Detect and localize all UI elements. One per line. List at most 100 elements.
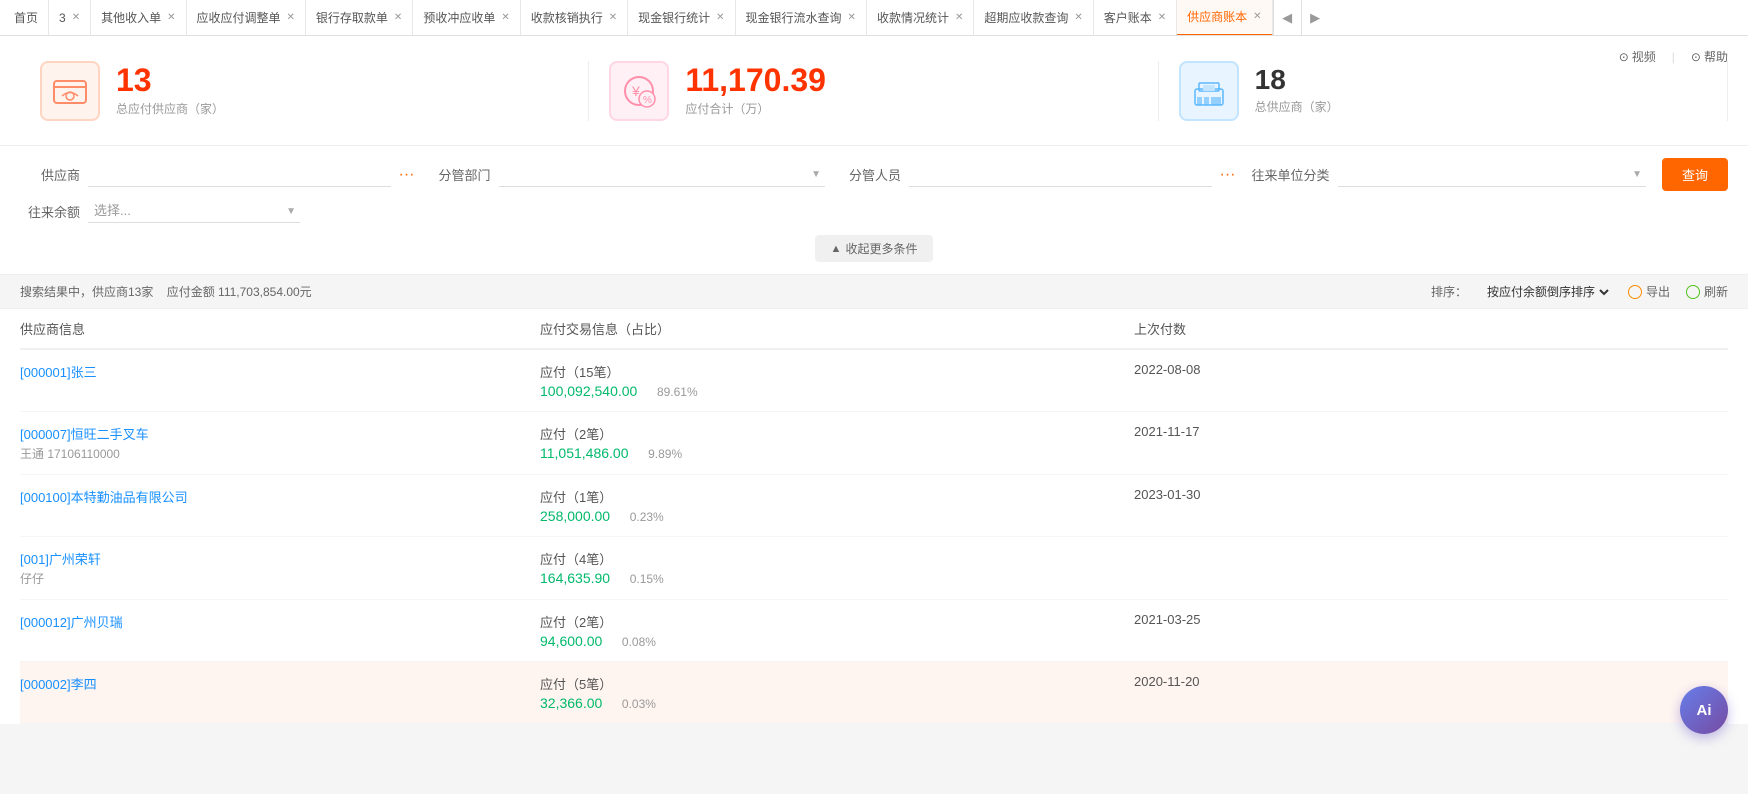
table-row: [000012]广州贝瑞 应付（2笔） 94,600.00 0.08% 2021… [20, 600, 1728, 662]
refresh-button[interactable]: 刷新 [1686, 283, 1728, 300]
filter-area: 供应商 ··· 分管部门 ▼ 分管人员 ··· 往来单位分类 ▼ 查询 [0, 146, 1748, 275]
nav-tab-overdue-query[interactable]: 超期应收款查询 ✕ [974, 0, 1093, 36]
supplier-info-0: [000001]张三 [20, 362, 540, 383]
nav-tab-home-label: 首页 [14, 9, 38, 26]
nav-tab-collection-stat[interactable]: 收款情况统计 ✕ [867, 0, 974, 36]
tx-label-1: 应付（2笔） [540, 424, 1134, 443]
nav-tab-cash-bank-stat-close[interactable]: ✕ [716, 12, 724, 23]
nav-tab-other-income-close[interactable]: ✕ [167, 12, 175, 23]
result-text1: 搜索结果中，供应商13家 [20, 285, 153, 299]
nav-tab-collection-stat-close[interactable]: ✕ [955, 12, 963, 23]
nav-tab-bank-deposit[interactable]: 银行存取款单 ✕ [306, 0, 413, 36]
video-label: 视频 [1632, 48, 1656, 65]
filter-category: 往来单位分类 ▼ [1252, 163, 1647, 187]
nav-tab-customer-ledger-label: 客户账本 [1104, 9, 1152, 26]
ai-assistant-button[interactable]: Ai [1680, 686, 1728, 734]
nav-tab-receipt-verify-close[interactable]: ✕ [609, 12, 617, 23]
tx-label-5: 应付（5笔） [540, 674, 1134, 693]
supplier-info-2: [000100]本特勤油品有限公司 [20, 487, 540, 508]
supplier-link-0[interactable]: [000001]张三 [20, 362, 540, 381]
nav-tab-receipt-verify[interactable]: 收款核销执行 ✕ [521, 0, 628, 36]
filter-row-2: 往来余额 选择... ▼ [20, 199, 1728, 223]
tx-label-2: 应付（1笔） [540, 487, 1134, 506]
tx-info-1: 应付（2笔） 11,051,486.00 9.89% [540, 424, 1134, 461]
nav-tab-cash-flow-query-close[interactable]: ✕ [848, 12, 856, 23]
category-filter-input[interactable] [1338, 163, 1646, 187]
tx-info-5: 应付（5笔） 32,366.00 0.03% [540, 674, 1134, 711]
tx-amount-5[interactable]: 32,366.00 [540, 695, 602, 711]
person-filter-input[interactable] [909, 163, 1212, 187]
nav-arrow-left[interactable]: ◀ [1273, 0, 1301, 36]
nav-tab-cash-flow-query-label: 现金银行流水查询 [746, 9, 842, 26]
nav-tab-customer-ledger[interactable]: 客户账本 ✕ [1094, 0, 1177, 36]
supplier-sub-1: 王通 17106110000 [20, 447, 120, 461]
tx-percent-4: 0.08% [622, 635, 656, 649]
tx-info-2: 应付（1笔） 258,000.00 0.23% [540, 487, 1134, 524]
tx-amount-1[interactable]: 11,051,486.00 [540, 445, 629, 461]
supplier-link-4[interactable]: [000012]广州贝瑞 [20, 612, 540, 631]
tx-amount-0[interactable]: 100,092,540.00 [540, 383, 637, 399]
nav-tab-3[interactable]: 3 ✕ [49, 0, 91, 36]
person-filter-dots[interactable]: ··· [1220, 166, 1236, 184]
tx-label-3: 应付（4笔） [540, 549, 1134, 568]
result-text2: 应付金额 111,703,854.00元 [167, 285, 312, 299]
table-row: [001]广州荣轩 仔仔 应付（4笔） 164,635.90 0.15% [20, 537, 1728, 600]
tx-amount-2[interactable]: 258,000.00 [540, 508, 610, 524]
help-label: 帮助 [1704, 48, 1728, 65]
nav-arrow-right[interactable]: ▶ [1301, 0, 1329, 36]
supplier-info-4: [000012]广州贝瑞 [20, 612, 540, 633]
filter-supplier: 供应商 ··· [20, 163, 415, 187]
supplier-link-3[interactable]: [001]广州荣轩 [20, 549, 540, 568]
supplier-link-5[interactable]: [000002]李四 [20, 674, 540, 693]
nav-tab-3-close[interactable]: ✕ [72, 12, 80, 23]
nav-tab-other-income-label: 其他收入单 [101, 9, 161, 26]
nav-tab-cash-flow-query[interactable]: 现金银行流水查询 ✕ [736, 0, 867, 36]
query-button[interactable]: 查询 [1662, 158, 1728, 191]
help-link[interactable]: ⊙ 帮助 [1691, 48, 1728, 65]
nav-tab-overdue-query-close[interactable]: ✕ [1074, 12, 1082, 23]
table-header: 供应商信息 应付交易信息（占比） 上次付数 [20, 309, 1728, 350]
nav-tab-bank-deposit-close[interactable]: ✕ [394, 12, 402, 23]
export-icon [1628, 285, 1642, 299]
table-row: [000100]本特勤油品有限公司 应付（1笔） 258,000.00 0.23… [20, 475, 1728, 537]
sort-select[interactable]: 按应付余额倒序排序 [1483, 284, 1612, 300]
supplier-filter-input[interactable] [88, 163, 391, 187]
nav-tab-advance-receive[interactable]: 预收冲应收单 ✕ [413, 0, 520, 36]
payable-amount-label: 应付合计（万） [685, 100, 826, 117]
result-bar: 搜索结果中，供应商13家 应付金额 111,703,854.00元 排序： 按应… [0, 275, 1748, 309]
table-header-tx: 应付交易信息（占比） [540, 319, 1134, 338]
dept-filter-input[interactable] [499, 163, 826, 187]
nav-tab-overdue-query-label: 超期应收款查询 [984, 9, 1068, 26]
balance-filter-select[interactable]: 选择... [88, 199, 300, 223]
header-stats-section: 13 总应付供应商（家） ¥ % 11,170.39 应付合计（万） [0, 36, 1748, 146]
nav-tab-ar-ap-adjust-close[interactable]: ✕ [287, 12, 295, 23]
supplier-filter-dots[interactable]: ··· [399, 166, 415, 184]
supplier-info-1: [000007]恒旺二手叉车 王通 17106110000 [20, 424, 540, 462]
collapse-more-filters-button[interactable]: ▲ 收起更多条件 [815, 235, 934, 262]
tx-amount-4[interactable]: 94,600.00 [540, 633, 602, 649]
nav-tab-home[interactable]: 首页 [4, 0, 49, 36]
tx-info-3: 应付（4笔） 164,635.90 0.15% [540, 549, 1134, 586]
nav-tab-ar-ap-adjust[interactable]: 应收应付调整单 ✕ [187, 0, 306, 36]
supplier-link-1[interactable]: [000007]恒旺二手叉车 [20, 424, 540, 443]
supplier-link-2[interactable]: [000100]本特勤油品有限公司 [20, 487, 540, 506]
nav-tab-supplier-ledger-close[interactable]: ✕ [1253, 11, 1261, 22]
ai-button-label: Ai [1697, 702, 1712, 719]
nav-tab-customer-ledger-close[interactable]: ✕ [1158, 12, 1166, 23]
sort-label: 排序： [1431, 283, 1467, 300]
nav-tab-advance-receive-close[interactable]: ✕ [501, 12, 509, 23]
stat-payable-suppliers: 13 总应付供应商（家） [20, 61, 589, 121]
video-link[interactable]: ⊙ 视频 [1619, 48, 1656, 65]
last-pay-5: 2020-11-20 [1134, 674, 1728, 689]
total-suppliers-label: 总供应商（家） [1255, 98, 1339, 115]
table-area: 供应商信息 应付交易信息（占比） 上次付数 [000001]张三 应付（15笔）… [0, 309, 1748, 724]
export-button[interactable]: 导出 [1628, 283, 1670, 300]
nav-tab-other-income[interactable]: 其他收入单 ✕ [91, 0, 186, 36]
table-header-supplier: 供应商信息 [20, 319, 540, 338]
refresh-label: 刷新 [1704, 283, 1728, 300]
tx-label-0: 应付（15笔） [540, 362, 1134, 381]
nav-tab-supplier-ledger[interactable]: 供应商账本 ✕ [1177, 0, 1272, 36]
tx-info-4: 应付（2笔） 94,600.00 0.08% [540, 612, 1134, 649]
nav-tab-cash-bank-stat[interactable]: 现金银行统计 ✕ [628, 0, 735, 36]
tx-amount-3[interactable]: 164,635.90 [540, 570, 610, 586]
